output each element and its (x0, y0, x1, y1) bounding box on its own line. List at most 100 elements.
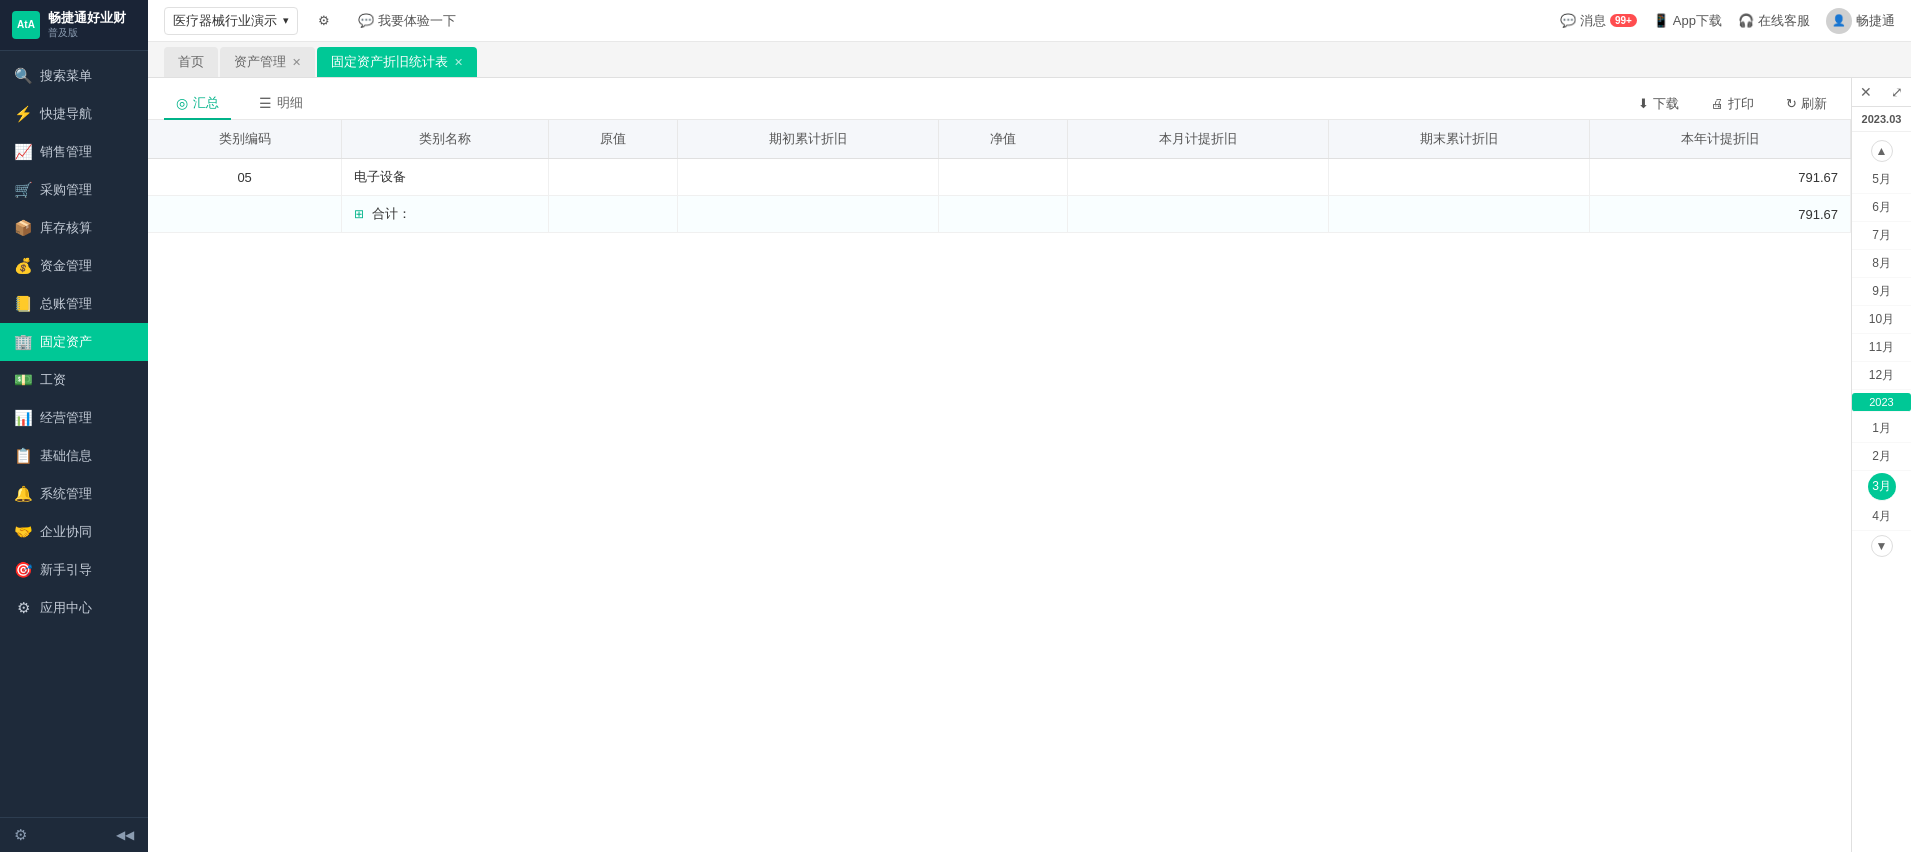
sidebar-icon-fixed-asset: 🏢 (14, 333, 32, 351)
row-initial-accum (678, 159, 939, 196)
sidebar-item-search-menu[interactable]: 🔍 搜索菜单 (0, 57, 148, 95)
year-marker-2023: 2023 (1852, 393, 1911, 412)
service-icon: 🎧 (1738, 13, 1754, 28)
sidebar-icon-operations-mgmt: 📊 (14, 409, 32, 427)
sidebar-icon-system-mgmt: 🔔 (14, 485, 32, 503)
sub-tabs: ◎ 汇总 ☰ 明细 ⬇ 下载 🖨 打印 ↻ (148, 78, 1851, 120)
company-selector[interactable]: 医疗器械行业演示 ▾ (164, 7, 298, 35)
sub-tab-detail[interactable]: ☰ 明细 (247, 88, 315, 120)
month-12[interactable]: 12月 (1852, 362, 1911, 390)
month-11[interactable]: 11月 (1852, 334, 1911, 362)
sidebar-icon-beginner-guide: 🎯 (14, 561, 32, 579)
sidebar-item-basic-info[interactable]: 📋 基础信息 (0, 437, 148, 475)
month-2[interactable]: 2月 (1852, 443, 1911, 471)
sidebar-item-ledger-mgmt[interactable]: 📒 总账管理 (0, 285, 148, 323)
sidebar-label-operations-mgmt: 经营管理 (40, 409, 92, 427)
top-nav: 医疗器械行业演示 ▾ ⚙ 💬 我要体验一下 💬 消息 99+ 📱 App下载 🎧… (148, 0, 1911, 42)
panel-up-btn[interactable]: ▲ (1871, 140, 1893, 162)
month-1[interactable]: 1月 (1852, 415, 1911, 443)
message-btn[interactable]: 💬 消息 99+ (1560, 12, 1637, 30)
sidebar-label-inventory-calc: 库存核算 (40, 219, 92, 237)
print-btn[interactable]: 🖨 打印 (1703, 91, 1762, 117)
collapse-icon[interactable]: ◀◀ (116, 828, 134, 842)
app-download-btn[interactable]: 📱 App下载 (1653, 12, 1722, 30)
tab-asset-mgmt[interactable]: 资产管理 ✕ (220, 47, 315, 77)
row-name: 电子设备 (342, 159, 549, 196)
sidebar-icon-purchase-mgmt: 🛒 (14, 181, 32, 199)
tab-close-depreciation[interactable]: ✕ (454, 56, 463, 69)
sidebar-item-fund-mgmt[interactable]: 💰 资金管理 (0, 247, 148, 285)
sidebar-label-search-menu: 搜索菜单 (40, 67, 92, 85)
year-label: 2023.03 (1852, 107, 1911, 132)
month-10[interactable]: 10月 (1852, 306, 1911, 334)
sidebar-item-quick-nav[interactable]: ⚡ 快捷导航 (0, 95, 148, 133)
sidebar-item-purchase-mgmt[interactable]: 🛒 采购管理 (0, 171, 148, 209)
app-version: 普及版 (48, 26, 126, 40)
download-btn[interactable]: ⬇ 下载 (1630, 91, 1687, 117)
panel-expand-icon[interactable]: ⤢ (1891, 84, 1903, 100)
app-logo: AtA (12, 11, 40, 39)
row-original-value (549, 159, 678, 196)
sidebar-label-system-mgmt: 系统管理 (40, 485, 92, 503)
month-4[interactable]: 4月 (1852, 503, 1911, 531)
summary-icon: ◎ (176, 95, 188, 111)
right-panel: ✕ ⤢ 2023.03 ▲ 5月 6月 7月 8月 9月 10月 11月 12月… (1851, 78, 1911, 852)
sidebar-label-payroll: 工资 (40, 371, 66, 389)
col-header-code: 类别编码 (148, 120, 342, 159)
message-icon: 💬 (1560, 13, 1576, 28)
summary-original-value (549, 196, 678, 233)
col-header-original: 原值 (549, 120, 678, 159)
summary-label: ⊞ 合计： (342, 196, 549, 233)
month-7[interactable]: 7月 (1852, 222, 1911, 250)
right-panel-header: ✕ ⤢ (1852, 78, 1911, 107)
col-header-monthly-dep: 本月计提折旧 (1068, 120, 1329, 159)
sidebar: AtA 畅捷通好业财 普及版 🔍 搜索菜单 ⚡ 快捷导航 📈 销售管理 🛒 采购… (0, 0, 148, 852)
month-9[interactable]: 9月 (1852, 278, 1911, 306)
sidebar-item-app-center[interactable]: ⚙ 应用中心 (0, 589, 148, 627)
sidebar-label-quick-nav: 快捷导航 (40, 105, 92, 123)
sidebar-item-enterprise-collab[interactable]: 🤝 企业协同 (0, 513, 148, 551)
sidebar-item-inventory-calc[interactable]: 📦 库存核算 (0, 209, 148, 247)
sidebar-item-fixed-asset[interactable]: 🏢 固定资产 (0, 323, 148, 361)
chevron-down-icon: ▾ (283, 14, 289, 27)
sidebar-item-payroll[interactable]: 💵 工资 (0, 361, 148, 399)
summary-row: ⊞ 合计： 791.67 (148, 196, 1851, 233)
row-annual-dep: 791.67 (1590, 159, 1851, 196)
experience-btn[interactable]: 💬 我要体验一下 (350, 8, 464, 34)
sidebar-item-operations-mgmt[interactable]: 📊 经营管理 (0, 399, 148, 437)
month-5[interactable]: 5月 (1852, 166, 1911, 194)
month-3[interactable]: 3月 (1868, 473, 1896, 501)
online-service-btn[interactable]: 🎧 在线客服 (1738, 12, 1810, 30)
sidebar-item-sales-mgmt[interactable]: 📈 销售管理 (0, 133, 148, 171)
settings-icon[interactable]: ⚙ (14, 826, 27, 844)
refresh-btn[interactable]: ↻ 刷新 (1778, 91, 1835, 117)
sidebar-icon-inventory-calc: 📦 (14, 219, 32, 237)
sidebar-icon-app-center: ⚙ (14, 599, 32, 617)
avatar: 👤 (1826, 8, 1852, 34)
sidebar-icon-enterprise-collab: 🤝 (14, 523, 32, 541)
depreciation-table: 类别编码 类别名称 原值 期初累计折旧 净值 本月计提折旧 期末累计折旧 本年计… (148, 120, 1851, 233)
sidebar-label-fixed-asset: 固定资产 (40, 333, 92, 351)
tab-fixed-asset-depreciation[interactable]: 固定资产折旧统计表 ✕ (317, 47, 477, 77)
row-code: 05 (148, 159, 342, 196)
panel-close-icon[interactable]: ✕ (1860, 84, 1872, 100)
row-ending-accum (1329, 159, 1590, 196)
sidebar-label-app-center: 应用中心 (40, 599, 92, 617)
content-area: ◎ 汇总 ☰ 明细 ⬇ 下载 🖨 打印 ↻ (148, 78, 1911, 852)
sidebar-item-beginner-guide[interactable]: 🎯 新手引导 (0, 551, 148, 589)
month-8[interactable]: 8月 (1852, 250, 1911, 278)
message-badge: 99+ (1610, 14, 1637, 27)
user-menu[interactable]: 👤 畅捷通 (1826, 8, 1895, 34)
app-title: 畅捷通好业财 (48, 10, 126, 26)
tab-home[interactable]: 首页 (164, 47, 218, 77)
panel-down-btn[interactable]: ▼ (1871, 535, 1893, 557)
experience-icon: 💬 (358, 13, 374, 28)
tab-close-asset-mgmt[interactable]: ✕ (292, 56, 301, 69)
month-6[interactable]: 6月 (1852, 194, 1911, 222)
settings-nav-btn[interactable]: ⚙ (310, 9, 338, 32)
gear-icon: ⚙ (318, 13, 330, 28)
sub-tab-summary[interactable]: ◎ 汇总 (164, 88, 231, 120)
sidebar-item-system-mgmt[interactable]: 🔔 系统管理 (0, 475, 148, 513)
download-icon: 📱 (1653, 13, 1669, 28)
col-header-annual-dep: 本年计提折旧 (1590, 120, 1851, 159)
